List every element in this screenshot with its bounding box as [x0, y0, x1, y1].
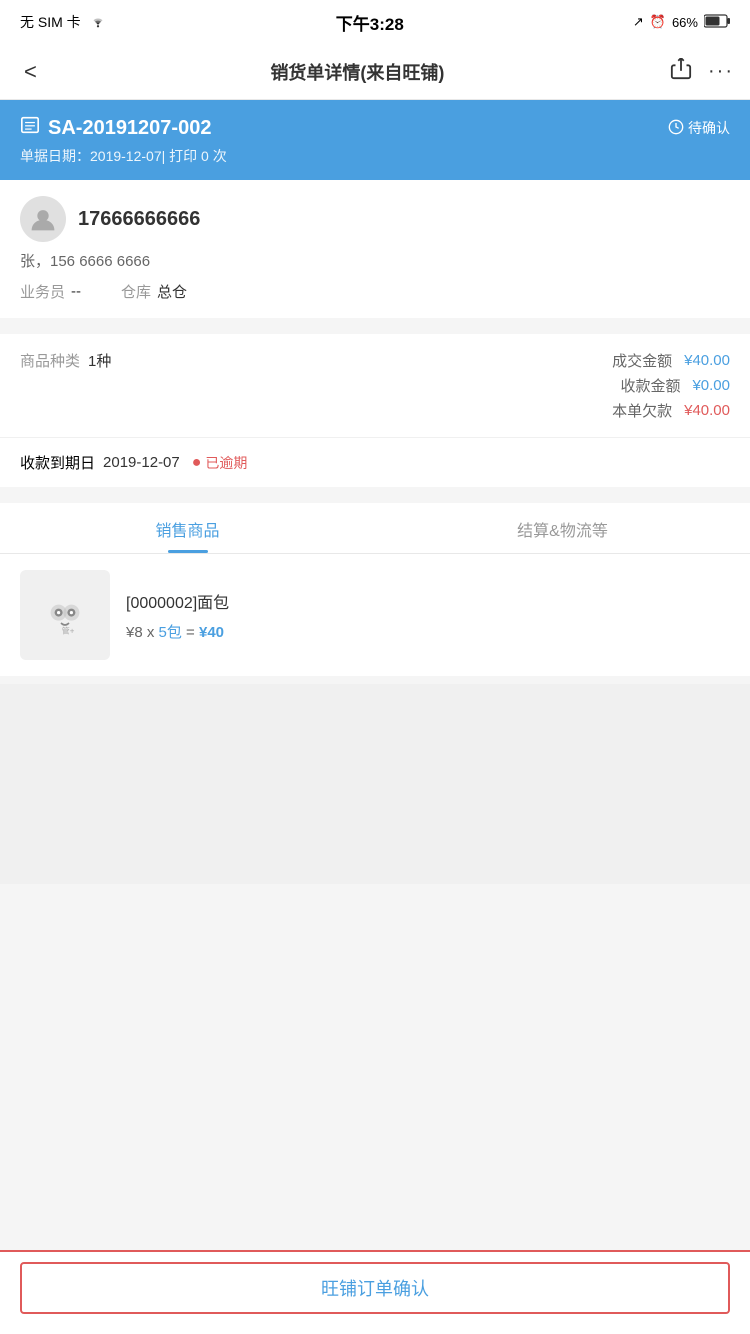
summary-section: 商品种类 1种 成交金额 ¥40.00 收款金额 ¥0.00 本单欠款 ¥40.…	[0, 334, 750, 437]
customer-name-phone: 张，156 6666 6666	[20, 250, 730, 271]
avatar	[20, 196, 66, 242]
clock-icon	[668, 119, 684, 138]
due-date-section: 收款到期日 2019-12-07 ● 已逾期	[0, 437, 750, 487]
divider-2	[0, 495, 750, 503]
overdue-badge: ● 已逾期	[192, 453, 248, 473]
svg-text:管+: 管+	[62, 625, 75, 635]
product-name: [0000002]面包	[126, 589, 730, 613]
location-icon: ↗	[633, 14, 644, 30]
salesman-info: 业务员 --	[20, 281, 81, 302]
nav-bar: < 销货单详情(来自旺铺) ···	[0, 44, 750, 100]
nav-actions: ···	[670, 58, 734, 86]
more-button[interactable]: ···	[708, 60, 734, 83]
received-amount-value: ¥0.00	[692, 377, 730, 394]
deal-amount-value: ¥40.00	[684, 352, 730, 369]
tabs-row: 销售商品 结算&物流等	[0, 503, 750, 554]
carrier-text: 无 SIM 卡	[20, 12, 81, 32]
product-thumbnail: 管+	[20, 570, 110, 660]
status-right: ↗ ⏰ 66%	[633, 14, 730, 31]
back-button[interactable]: <	[16, 55, 45, 89]
received-amount-row: 收款金额 ¥0.00	[620, 375, 730, 396]
battery-icon	[704, 14, 730, 31]
product-item: 管+ [0000002]面包 ¥8 x 5包 = ¥40	[0, 554, 750, 676]
status-bar: 无 SIM 卡 下午3:28 ↗ ⏰ 66%	[0, 0, 750, 44]
product-type-info: 商品种类 1种	[20, 350, 111, 371]
amount-info: 成交金额 ¥40.00 收款金额 ¥0.00 本单欠款 ¥40.00	[612, 350, 730, 421]
arrears-amount-row: 本单欠款 ¥40.00	[612, 400, 730, 421]
order-number: SA-20191207-002	[20, 116, 211, 140]
battery-text: 66%	[672, 15, 698, 30]
customer-phone: 17666666666	[78, 208, 200, 231]
tabs-section: 销售商品 结算&物流等	[0, 503, 750, 554]
wangpu-confirm-button[interactable]: 旺铺订单确认	[20, 1262, 730, 1314]
divider-1	[0, 326, 750, 334]
product-info: [0000002]面包 ¥8 x 5包 = ¥40	[126, 589, 730, 642]
tab-settlement-logistics[interactable]: 结算&物流等	[375, 503, 750, 553]
warehouse-info: 仓库 总仓	[121, 281, 187, 302]
overdue-icon: ●	[192, 454, 202, 472]
customer-section: 17666666666 张，156 6666 6666 业务员 -- 仓库 总仓	[0, 180, 750, 318]
share-button[interactable]	[670, 58, 692, 86]
arrears-amount-value: ¥40.00	[684, 402, 730, 419]
due-date-label: 收款到期日	[20, 452, 95, 473]
order-date: 单据日期：2019-12-07| 打印 0 次	[20, 146, 730, 166]
customer-meta: 业务员 -- 仓库 总仓	[20, 281, 730, 302]
empty-space	[0, 684, 750, 884]
bottom-bar: 旺铺订单确认	[0, 1250, 750, 1334]
overdue-text: 已逾期	[205, 453, 247, 473]
due-date-value: 2019-12-07	[103, 454, 180, 471]
tab-sales-products[interactable]: 销售商品	[0, 503, 375, 553]
deal-amount-row: 成交金额 ¥40.00	[612, 350, 730, 371]
alarm-icon: ⏰	[650, 14, 666, 30]
page-title: 销货单详情(来自旺铺)	[270, 59, 444, 85]
status-left: 无 SIM 卡	[20, 12, 107, 32]
order-header-card: SA-20191207-002 待确认 单据日期：2019-12-07| 打印 …	[0, 100, 750, 180]
status-time: 下午3:28	[336, 10, 404, 35]
wifi-icon	[89, 14, 107, 31]
product-price: ¥8 x 5包 = ¥40	[126, 621, 730, 642]
order-status-badge: 待确认	[668, 118, 730, 138]
order-icon	[20, 116, 40, 140]
